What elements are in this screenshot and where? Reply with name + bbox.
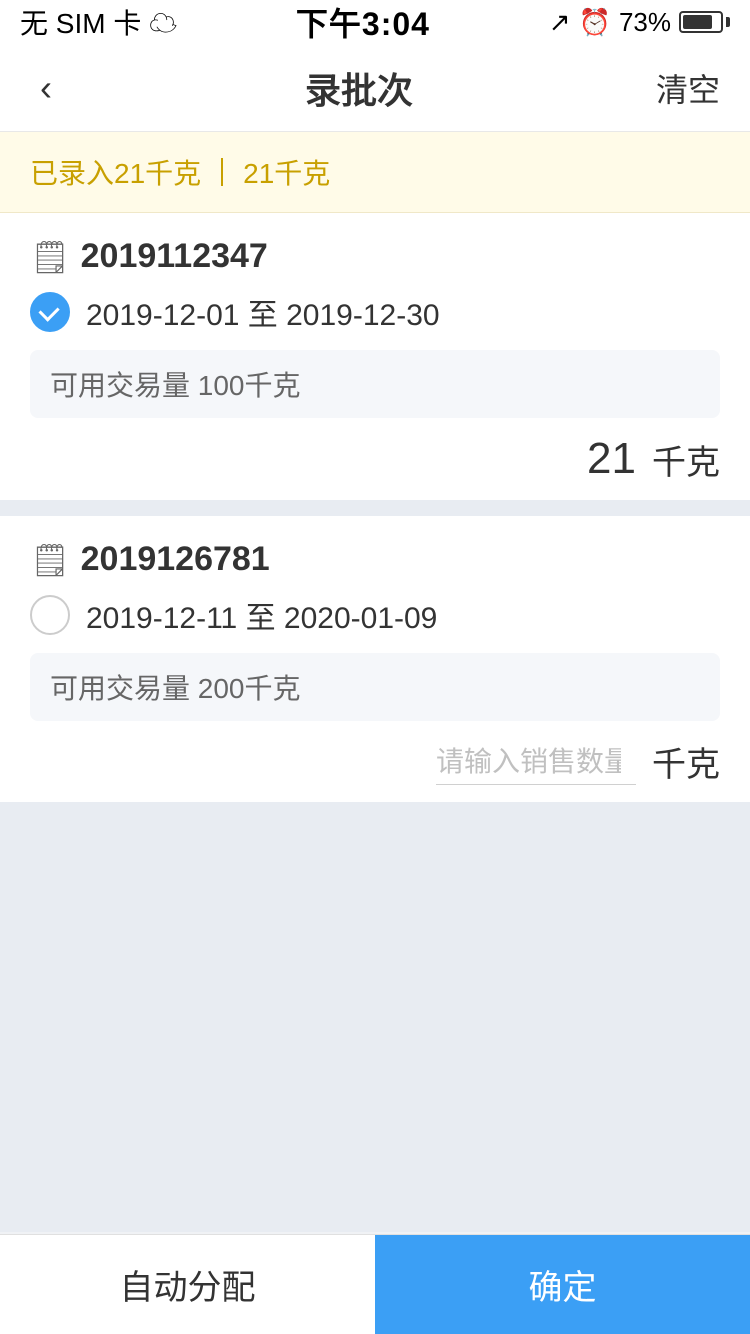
- batch-header-2: 🗒 2019126781: [30, 540, 720, 579]
- empty-area: [0, 802, 750, 1232]
- nav-bar: ‹ 录批次 清空: [0, 44, 750, 132]
- summary-divider: [221, 158, 223, 186]
- location-icon: ↗: [549, 7, 571, 38]
- batch-card-1: 🗒 2019112347 2019-12-01 至 2019-12-30 可用交…: [0, 213, 750, 500]
- batch-icon-1: 🗒: [30, 238, 71, 276]
- status-time: 下午3:04: [296, 0, 430, 45]
- input-row-1: 21 千克: [0, 418, 750, 500]
- sim-status: 无 SIM 卡 ☁: [20, 2, 177, 42]
- batch-date-row-2: 2019-12-11 至 2020-01-09: [30, 593, 720, 637]
- batch-date-1: 2019-12-01 至 2019-12-30: [86, 290, 440, 334]
- battery-icon: [679, 11, 730, 33]
- bottom-bar: 自动分配 确定: [0, 1234, 750, 1334]
- batch-date-2: 2019-12-11 至 2020-01-09: [86, 593, 437, 637]
- summary-bar: 已录入21千克 21千克: [0, 132, 750, 213]
- clear-button[interactable]: 清空: [656, 65, 720, 111]
- alarm-icon: ⏰: [579, 7, 611, 38]
- status-right: ↗ ⏰ 73%: [549, 7, 730, 38]
- page-title: 录批次: [305, 62, 413, 114]
- unit-label-1: 千克: [652, 435, 720, 484]
- qty-input-2[interactable]: [436, 738, 636, 785]
- batch-card-2: 🗒 2019126781 2019-12-11 至 2020-01-09 可用交…: [0, 516, 750, 802]
- batch-icon-2: 🗒: [30, 541, 71, 579]
- batch-id-2: 2019126781: [81, 540, 270, 579]
- available-qty-2: 可用交易量 200千克: [30, 653, 720, 721]
- batch-date-row-1: 2019-12-01 至 2019-12-30: [30, 290, 720, 334]
- batch-id-1: 2019112347: [81, 237, 268, 276]
- qty-value-1: 21: [587, 434, 636, 484]
- back-button[interactable]: ‹: [30, 57, 62, 119]
- confirm-button[interactable]: 确定: [375, 1235, 750, 1334]
- status-left: 无 SIM 卡 ☁: [20, 2, 177, 42]
- unit-label-2: 千克: [652, 737, 720, 786]
- section-divider: [0, 500, 750, 516]
- summary-value: 21千克: [243, 152, 330, 192]
- radio-2[interactable]: [30, 595, 70, 635]
- auto-distribute-button[interactable]: 自动分配: [0, 1235, 375, 1334]
- available-qty-1: 可用交易量 100千克: [30, 350, 720, 418]
- radio-1[interactable]: [30, 292, 70, 332]
- input-row-2: 千克: [0, 721, 750, 802]
- batch-header-1: 🗒 2019112347: [30, 237, 720, 276]
- status-bar: 无 SIM 卡 ☁ 下午3:04 ↗ ⏰ 73%: [0, 0, 750, 44]
- summary-label: 已录入21千克: [30, 152, 201, 192]
- battery-percent: 73%: [619, 7, 671, 38]
